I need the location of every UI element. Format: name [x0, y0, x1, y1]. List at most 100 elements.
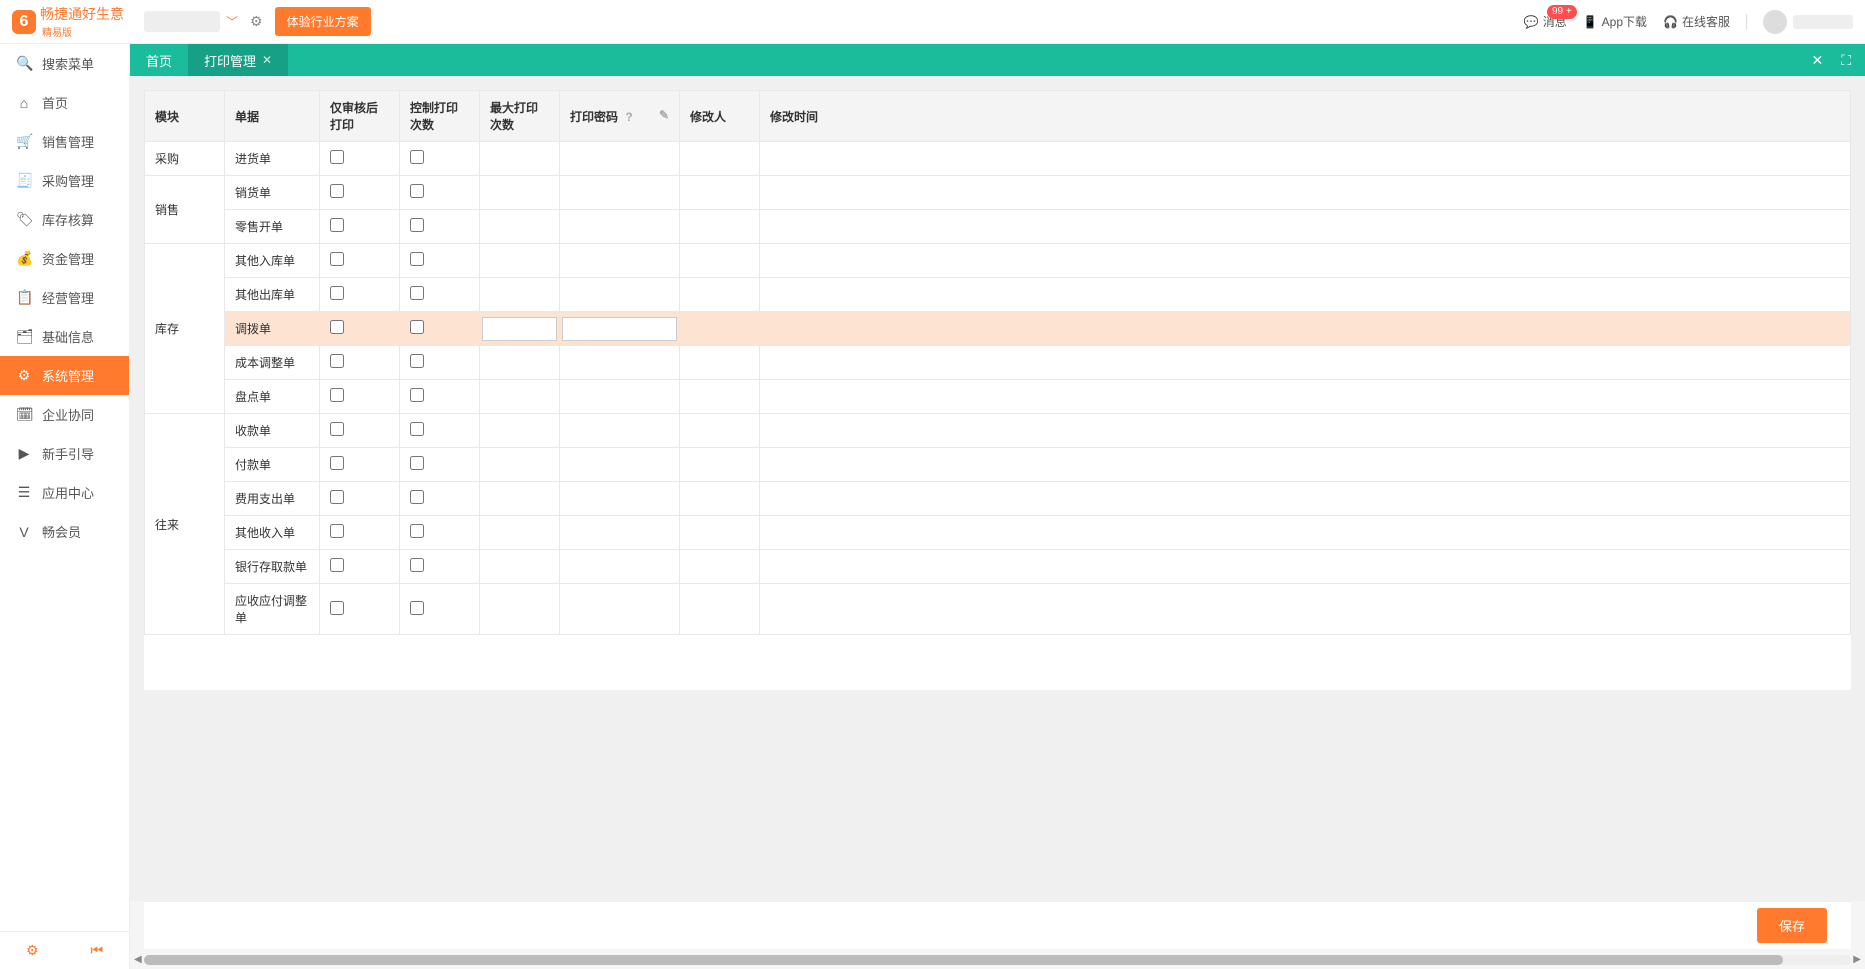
modify-time-cell — [760, 482, 1851, 516]
table-header: 修改时间 — [760, 91, 1851, 142]
doc-cell: 应收应付调整单 — [225, 584, 320, 635]
table-row[interactable]: 采购进货单 — [145, 142, 1851, 176]
control-count-checkbox[interactable] — [410, 490, 424, 504]
help-icon[interactable]: ? — [625, 110, 632, 124]
sidebar-item-icon: V — [16, 524, 32, 540]
sidebar-item-12[interactable]: V畅会员 — [0, 512, 129, 551]
table-row[interactable]: 盘点单 — [145, 380, 1851, 414]
control-count-checkbox[interactable] — [410, 354, 424, 368]
table-row[interactable]: 其他出库单 — [145, 278, 1851, 312]
online-service-link[interactable]: 🎧 在线客服 — [1663, 13, 1730, 30]
table-row[interactable]: 往来收款单 — [145, 414, 1851, 448]
app-download-link[interactable]: 📱 App下载 — [1583, 13, 1647, 30]
control-count-checkbox[interactable] — [410, 218, 424, 232]
control-count-checkbox[interactable] — [410, 184, 424, 198]
sidebar-settings-button[interactable]: ⚙ — [0, 932, 65, 969]
table-row[interactable]: 银行存取款单 — [145, 550, 1851, 584]
tenant-selector[interactable]: ﹀ — [144, 11, 238, 32]
table-row[interactable]: 成本调整单 — [145, 346, 1851, 380]
control-count-checkbox[interactable] — [410, 422, 424, 436]
sidebar-item-6[interactable]: 📋经营管理 — [0, 278, 129, 317]
audit-only-checkbox[interactable] — [330, 558, 344, 572]
table-row[interactable]: 库存其他入库单 — [145, 244, 1851, 278]
industry-plan-button[interactable]: 体验行业方案 — [275, 7, 371, 36]
sidebar-item-1[interactable]: ⌂首页 — [0, 83, 129, 122]
audit-only-checkbox[interactable] — [330, 252, 344, 266]
table-row[interactable]: 调拨单 — [145, 312, 1851, 346]
control-count-checkbox[interactable] — [410, 252, 424, 266]
sidebar-item-4[interactable]: 🏷库存核算 — [0, 200, 129, 239]
sidebar-item-8[interactable]: ⚙系统管理 — [0, 356, 129, 395]
audit-only-checkbox[interactable] — [330, 320, 344, 334]
phone-icon: 📱 — [1583, 15, 1598, 29]
scroll-right-arrow[interactable]: ▶ — [1853, 954, 1861, 965]
audit-only-checkbox[interactable] — [330, 354, 344, 368]
sidebar-item-11[interactable]: ☰应用中心 — [0, 473, 129, 512]
control-count-checkbox[interactable] — [410, 524, 424, 538]
table-header: 仅审核后打印 — [320, 91, 400, 142]
topbar: 6 畅捷通好生意 精易版 ﹀ ⚙ 体验行业方案 💬 消息 99 + 📱 App下… — [0, 0, 1865, 44]
control-count-checkbox[interactable] — [410, 286, 424, 300]
messages-link[interactable]: 💬 消息 99 + — [1524, 13, 1567, 30]
save-button[interactable]: 保存 — [1757, 908, 1827, 943]
audit-only-checkbox[interactable] — [330, 490, 344, 504]
modify-time-cell — [760, 142, 1851, 176]
horizontal-scrollbar[interactable]: ◀ ▶ — [144, 955, 1851, 965]
scroll-left-arrow[interactable]: ◀ — [134, 954, 142, 965]
sidebar-item-icon: ☰ — [16, 484, 32, 501]
audit-only-checkbox[interactable] — [330, 286, 344, 300]
sidebar-item-7[interactable]: 🗂基础信息 — [0, 317, 129, 356]
sidebar-item-10[interactable]: ▶新手引导 — [0, 434, 129, 473]
control-count-checkbox[interactable] — [410, 388, 424, 402]
sidebar-item-label: 基础信息 — [42, 327, 94, 346]
sidebar-item-label: 系统管理 — [42, 366, 94, 385]
sidebar-collapse-button[interactable]: ⏮ — [65, 932, 130, 969]
table-row[interactable]: 其他收入单 — [145, 516, 1851, 550]
sidebar-item-0[interactable]: 🔍搜索菜单 — [0, 44, 129, 83]
audit-only-checkbox[interactable] — [330, 456, 344, 470]
audit-only-checkbox[interactable] — [330, 150, 344, 164]
tab-close-icon[interactable]: ✕ — [262, 53, 272, 67]
tab-1[interactable]: 打印管理✕ — [188, 44, 288, 76]
control-count-checkbox[interactable] — [410, 320, 424, 334]
control-count-checkbox[interactable] — [410, 456, 424, 470]
table-row[interactable]: 零售开单 — [145, 210, 1851, 244]
max-print-count-input[interactable] — [482, 317, 557, 341]
audit-only-checkbox[interactable] — [330, 422, 344, 436]
audit-only-checkbox[interactable] — [330, 218, 344, 232]
close-all-tabs-icon[interactable]: ✕ — [1807, 48, 1827, 73]
table-row[interactable]: 付款单 — [145, 448, 1851, 482]
settings-icon[interactable]: ⚙ — [250, 13, 263, 30]
divider — [1746, 14, 1747, 30]
edit-icon[interactable]: ✎ — [659, 108, 669, 122]
control-count-checkbox[interactable] — [410, 150, 424, 164]
audit-only-checkbox[interactable] — [330, 524, 344, 538]
audit-only-checkbox[interactable] — [330, 184, 344, 198]
print-password-input[interactable] — [562, 317, 677, 341]
table-row[interactable]: 销售销货单 — [145, 176, 1851, 210]
doc-cell: 其他入库单 — [225, 244, 320, 278]
sidebar-item-2[interactable]: 🛒销售管理 — [0, 122, 129, 161]
table-row[interactable]: 应收应付调整单 — [145, 584, 1851, 635]
module-cell: 库存 — [145, 244, 225, 414]
audit-only-checkbox[interactable] — [330, 601, 344, 615]
tab-0[interactable]: 首页 — [130, 44, 188, 76]
audit-only-checkbox[interactable] — [330, 388, 344, 402]
table-row[interactable]: 费用支出单 — [145, 482, 1851, 516]
control-count-checkbox[interactable] — [410, 558, 424, 572]
modify-time-cell — [760, 550, 1851, 584]
scroll-thumb[interactable] — [144, 955, 1783, 965]
app-download-label: App下载 — [1602, 13, 1647, 30]
user-menu[interactable] — [1763, 10, 1853, 34]
sidebar-item-3[interactable]: 🧾采购管理 — [0, 161, 129, 200]
modify-time-cell — [760, 380, 1851, 414]
sidebar-item-9[interactable]: 🗓企业协同 — [0, 395, 129, 434]
sidebar-item-icon: 💰 — [16, 250, 32, 267]
sidebar: 🔍搜索菜单⌂首页🛒销售管理🧾采购管理🏷库存核算💰资金管理📋经营管理🗂基础信息⚙系… — [0, 44, 130, 969]
modifier-cell — [680, 176, 760, 210]
sidebar-item-5[interactable]: 💰资金管理 — [0, 239, 129, 278]
modifier-cell — [680, 244, 760, 278]
fullscreen-icon[interactable]: ⛶ — [1837, 48, 1855, 73]
user-name-mask — [1793, 15, 1853, 29]
control-count-checkbox[interactable] — [410, 601, 424, 615]
